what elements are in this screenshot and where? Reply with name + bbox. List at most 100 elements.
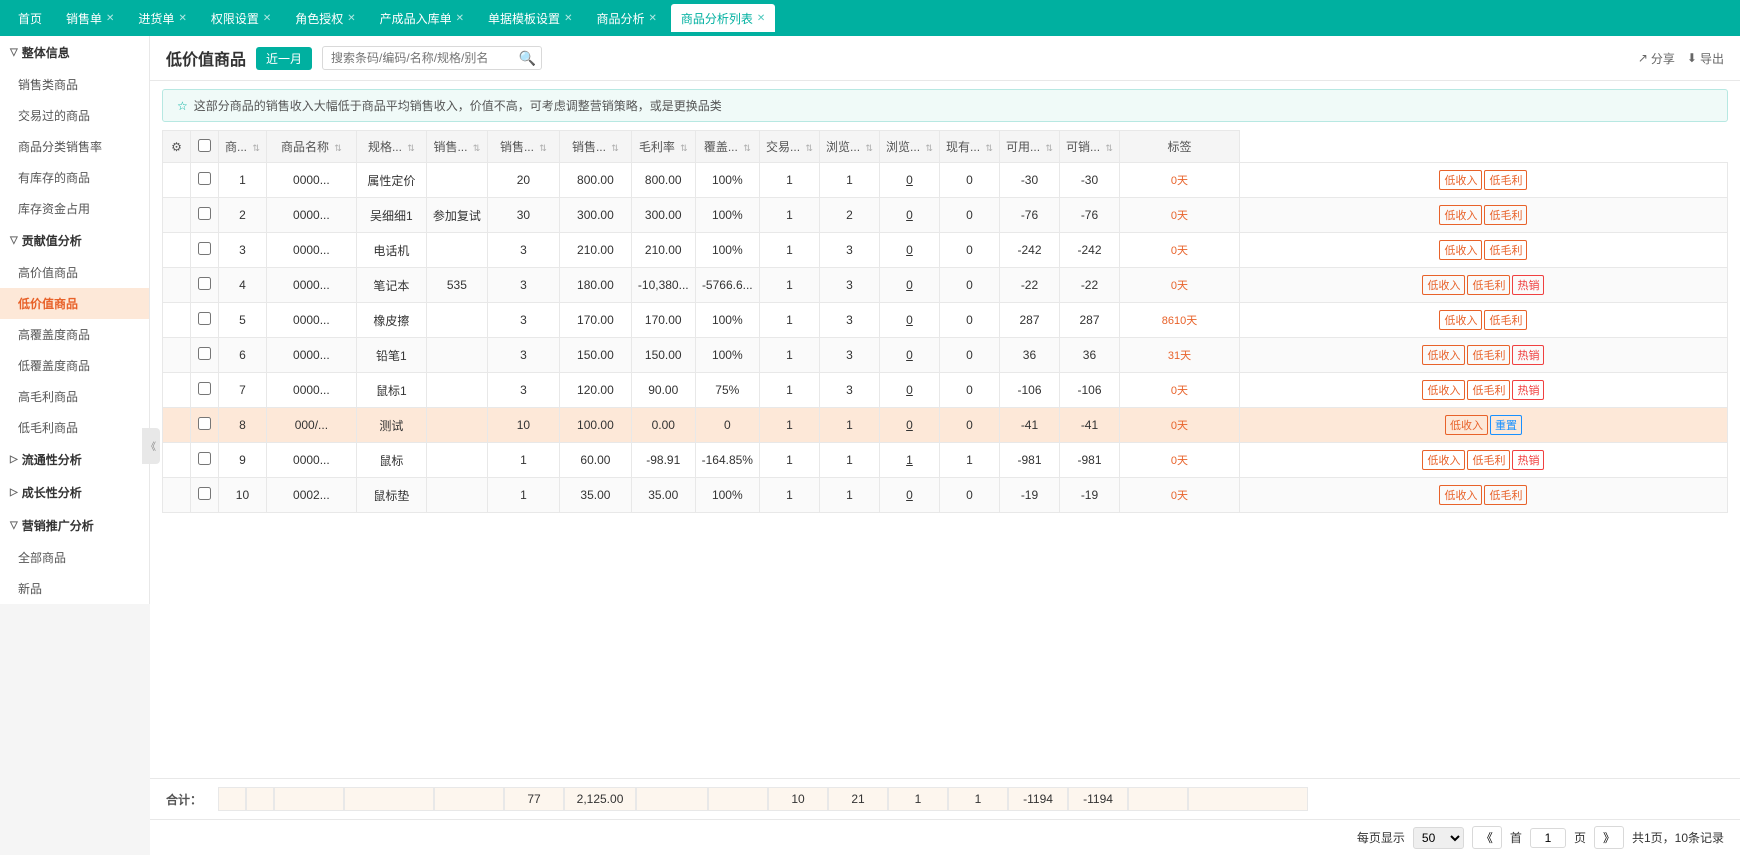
cell-cb[interactable] <box>191 163 219 198</box>
cell-browse1[interactable]: 0 <box>879 338 939 373</box>
nav-role[interactable]: 角色授权 ✕ <box>285 4 365 32</box>
sidebar-item-traded-goods[interactable]: 交易过的商品 <box>0 100 149 131</box>
cell-browse1[interactable]: 0 <box>879 163 939 198</box>
sidebar-section-liquidity[interactable]: ▷ 流通性分析 <box>0 443 149 476</box>
col-header-sale-price[interactable]: 销售... ⇅ <box>487 131 559 163</box>
row-checkbox[interactable] <box>198 417 211 430</box>
close-icon[interactable]: ✕ <box>106 13 114 24</box>
cell-browse1[interactable]: 0 <box>879 303 939 338</box>
cell-cb[interactable] <box>191 233 219 268</box>
select-all-checkbox[interactable] <box>198 139 211 152</box>
col-header-sale-amount[interactable]: 销售... ⇅ <box>559 131 631 163</box>
browse-link[interactable]: 0 <box>906 208 913 222</box>
sidebar-item-low-value[interactable]: 低价值商品 <box>0 288 149 319</box>
row-checkbox[interactable] <box>198 487 211 500</box>
cell-browse1[interactable]: 0 <box>879 233 939 268</box>
col-header-spec[interactable]: 规格... ⇅ <box>356 131 426 163</box>
browse-link[interactable]: 0 <box>906 383 913 397</box>
browse-link[interactable]: 0 <box>906 348 913 362</box>
col-header-gross-rate[interactable]: 毛利率 ⇅ <box>631 131 695 163</box>
nav-purchase[interactable]: 进货单 ✕ <box>128 4 196 32</box>
browse-link[interactable]: 0 <box>906 243 913 257</box>
browse-link[interactable]: 0 <box>906 418 913 432</box>
close-icon[interactable]: ✕ <box>564 13 572 24</box>
nav-home[interactable]: 首页 <box>8 4 52 32</box>
cell-cb[interactable] <box>191 443 219 478</box>
nav-analysis-list[interactable]: 商品分析列表 ✕ <box>671 4 775 32</box>
sidebar-item-category-sales-rate[interactable]: 商品分类销售率 <box>0 131 149 162</box>
cell-browse1[interactable]: 0 <box>879 373 939 408</box>
first-page-button[interactable]: 《 <box>1472 826 1502 849</box>
cell-cb[interactable] <box>191 478 219 513</box>
sidebar-section-overview[interactable]: ▽ 整体信息 <box>0 36 149 69</box>
nav-stock[interactable]: 产成品入库单 ✕ <box>370 4 474 32</box>
cell-browse1[interactable]: 1 <box>879 443 939 478</box>
browse-link[interactable]: 0 <box>906 488 913 502</box>
browse-link[interactable]: 0 <box>906 278 913 292</box>
nav-permission[interactable]: 权限设置 ✕ <box>201 4 281 32</box>
row-checkbox[interactable] <box>198 312 211 325</box>
col-header-no[interactable]: 商... ⇅ <box>219 131 267 163</box>
close-icon[interactable]: ✕ <box>347 13 355 24</box>
close-icon[interactable]: ✕ <box>178 13 186 24</box>
export-button[interactable]: ⬇ 导出 <box>1687 50 1724 67</box>
sidebar-item-all-goods[interactable]: 全部商品 <box>0 542 149 573</box>
page-number-input[interactable] <box>1530 828 1566 848</box>
browse-link[interactable]: 1 <box>906 453 913 467</box>
row-checkbox[interactable] <box>198 277 211 290</box>
sidebar-section-contribution[interactable]: ▽ 贡献值分析 <box>0 224 149 257</box>
sidebar-item-stock-goods[interactable]: 有库存的商品 <box>0 162 149 193</box>
sidebar-item-low-coverage[interactable]: 低覆盖度商品 <box>0 350 149 381</box>
cell-browse1[interactable]: 0 <box>879 408 939 443</box>
table-wrap[interactable]: ⚙ 商... ⇅ 商品名称 ⇅ 规格... ⇅ 销售... ⇅ 销售... ⇅ … <box>150 130 1740 778</box>
cell-cb[interactable] <box>191 373 219 408</box>
row-checkbox[interactable] <box>198 207 211 220</box>
col-header-coverage[interactable]: 覆盖... ⇅ <box>695 131 759 163</box>
cell-cb[interactable] <box>191 303 219 338</box>
nav-sales[interactable]: 销售单 ✕ <box>56 4 124 32</box>
close-icon[interactable]: ✕ <box>263 13 271 24</box>
period-button[interactable]: 近一月 <box>256 47 312 70</box>
page-size-select[interactable]: 50 100 200 <box>1413 827 1464 849</box>
col-header-trade[interactable]: 交易... ⇅ <box>759 131 819 163</box>
close-icon[interactable]: ✕ <box>757 13 765 24</box>
col-header-saleable[interactable]: 可销... ⇅ <box>1059 131 1119 163</box>
sidebar-item-high-value[interactable]: 高价值商品 <box>0 257 149 288</box>
sidebar-item-sales-goods[interactable]: 销售类商品 <box>0 69 149 100</box>
col-header-settings[interactable]: ⚙ <box>163 131 191 163</box>
search-input[interactable] <box>322 46 542 70</box>
cell-cb[interactable] <box>191 198 219 233</box>
close-icon[interactable]: ✕ <box>456 13 464 24</box>
sidebar-section-marketing[interactable]: ▽ 营销推广分析 <box>0 509 149 542</box>
cell-cb[interactable] <box>191 268 219 303</box>
row-checkbox[interactable] <box>198 382 211 395</box>
col-header-sale-qty[interactable]: 销售... ⇅ <box>426 131 487 163</box>
sidebar-collapse-button[interactable]: 《 <box>142 428 160 464</box>
cell-browse1[interactable]: 0 <box>879 478 939 513</box>
row-checkbox[interactable] <box>198 452 211 465</box>
row-checkbox[interactable] <box>198 347 211 360</box>
sidebar-item-high-margin[interactable]: 高毛利商品 <box>0 381 149 412</box>
row-checkbox[interactable] <box>198 242 211 255</box>
cell-cb[interactable] <box>191 408 219 443</box>
sidebar-section-growth[interactable]: ▷ 成长性分析 <box>0 476 149 509</box>
sidebar-item-stock-fund[interactable]: 库存资金占用 <box>0 193 149 224</box>
sidebar-item-new-goods[interactable]: 新品 <box>0 573 149 604</box>
col-header-available[interactable]: 可用... ⇅ <box>999 131 1059 163</box>
browse-link[interactable]: 0 <box>906 173 913 187</box>
col-header-browse1[interactable]: 浏览... ⇅ <box>819 131 879 163</box>
row-checkbox[interactable] <box>198 172 211 185</box>
col-header-cb[interactable] <box>191 131 219 163</box>
search-icon[interactable]: 🔍 <box>519 50 536 67</box>
sidebar-item-low-margin[interactable]: 低毛利商品 <box>0 412 149 443</box>
col-header-browse2[interactable]: 浏览... ⇅ <box>879 131 939 163</box>
cell-browse1[interactable]: 0 <box>879 268 939 303</box>
nav-analysis[interactable]: 商品分析 ✕ <box>586 4 666 32</box>
cell-browse1[interactable]: 0 <box>879 198 939 233</box>
browse-link[interactable]: 0 <box>906 313 913 327</box>
col-header-tags[interactable]: 标签 <box>1119 131 1239 163</box>
col-header-current[interactable]: 现有... ⇅ <box>939 131 999 163</box>
col-header-name[interactable]: 商品名称 ⇅ <box>266 131 356 163</box>
share-button[interactable]: ↗ 分享 <box>1638 50 1675 67</box>
close-icon[interactable]: ✕ <box>648 13 656 24</box>
